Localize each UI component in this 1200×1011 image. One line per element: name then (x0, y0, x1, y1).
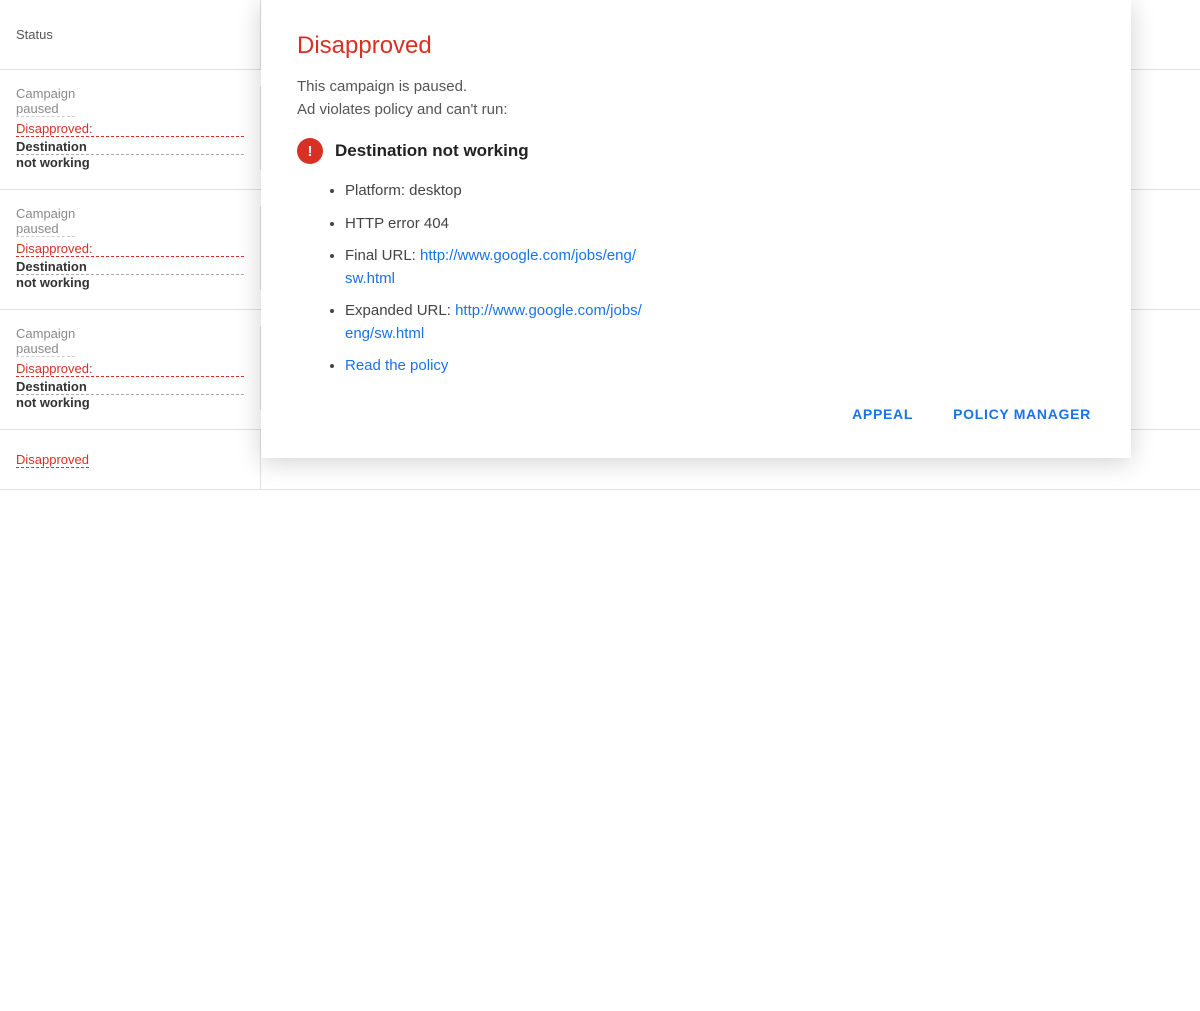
platform-detail: Platform: desktop (345, 182, 462, 199)
disapproved-label-2: Disapproved: (16, 241, 244, 257)
row3-status-cell: Campaignpaused Disapproved: Destination … (0, 326, 261, 410)
col-status-header: Status (0, 0, 261, 69)
policy-popup: Disapproved This campaign is paused. Ad … (261, 0, 1131, 458)
not-working-text-1: not working (16, 155, 244, 170)
popup-title: Disapproved (297, 32, 1095, 60)
row2-status-cell: Campaignpaused Disapproved: Destination … (0, 206, 261, 290)
popup-subtitle: This campaign is paused. (297, 78, 1095, 95)
popup-policy-line: Ad violates policy and can't run: (297, 101, 1095, 118)
campaign-paused-1: Campaignpaused (16, 86, 75, 117)
destination-text-3: Destination (16, 379, 244, 395)
destination-text-2: Destination (16, 259, 244, 275)
policy-details-list: Platform: desktop HTTP error 404 Final U… (345, 180, 1095, 378)
policy-issue-title: Destination not working (335, 141, 529, 161)
campaign-paused-3: Campaignpaused (16, 326, 75, 357)
list-item: Read the policy (345, 355, 1095, 378)
appeal-button[interactable]: APPEAL (848, 398, 917, 430)
partial-disapproved-label: Disapproved (16, 452, 89, 468)
partial-status-cell: Disapproved (0, 430, 261, 489)
campaign-paused-2: Campaignpaused (16, 206, 75, 237)
http-error-detail: HTTP error 404 (345, 215, 449, 232)
expanded-url-prefix: Expanded URL: (345, 302, 455, 319)
read-policy-link[interactable]: Read the policy (345, 357, 448, 374)
policy-manager-button[interactable]: POLICY MANAGER (949, 398, 1095, 430)
destination-text-1: Destination (16, 139, 244, 155)
error-icon: ! (297, 138, 323, 164)
list-item: Expanded URL: http://www.google.com/jobs… (345, 300, 1095, 345)
list-item: HTTP error 404 (345, 213, 1095, 236)
list-item: Platform: desktop (345, 180, 1095, 203)
popup-actions: APPEAL POLICY MANAGER (297, 398, 1095, 430)
final-url-prefix: Final URL: (345, 247, 420, 264)
policy-issue-header: ! Destination not working (297, 138, 1095, 164)
not-working-text-3: not working (16, 395, 244, 410)
disapproved-label-1: Disapproved: (16, 121, 244, 137)
disapproved-label-3: Disapproved: (16, 361, 244, 377)
list-item: Final URL: http://www.google.com/jobs/en… (345, 245, 1095, 290)
not-working-text-2: not working (16, 275, 244, 290)
row1-status-cell: Campaignpaused Disapproved: Destination … (0, 86, 261, 170)
